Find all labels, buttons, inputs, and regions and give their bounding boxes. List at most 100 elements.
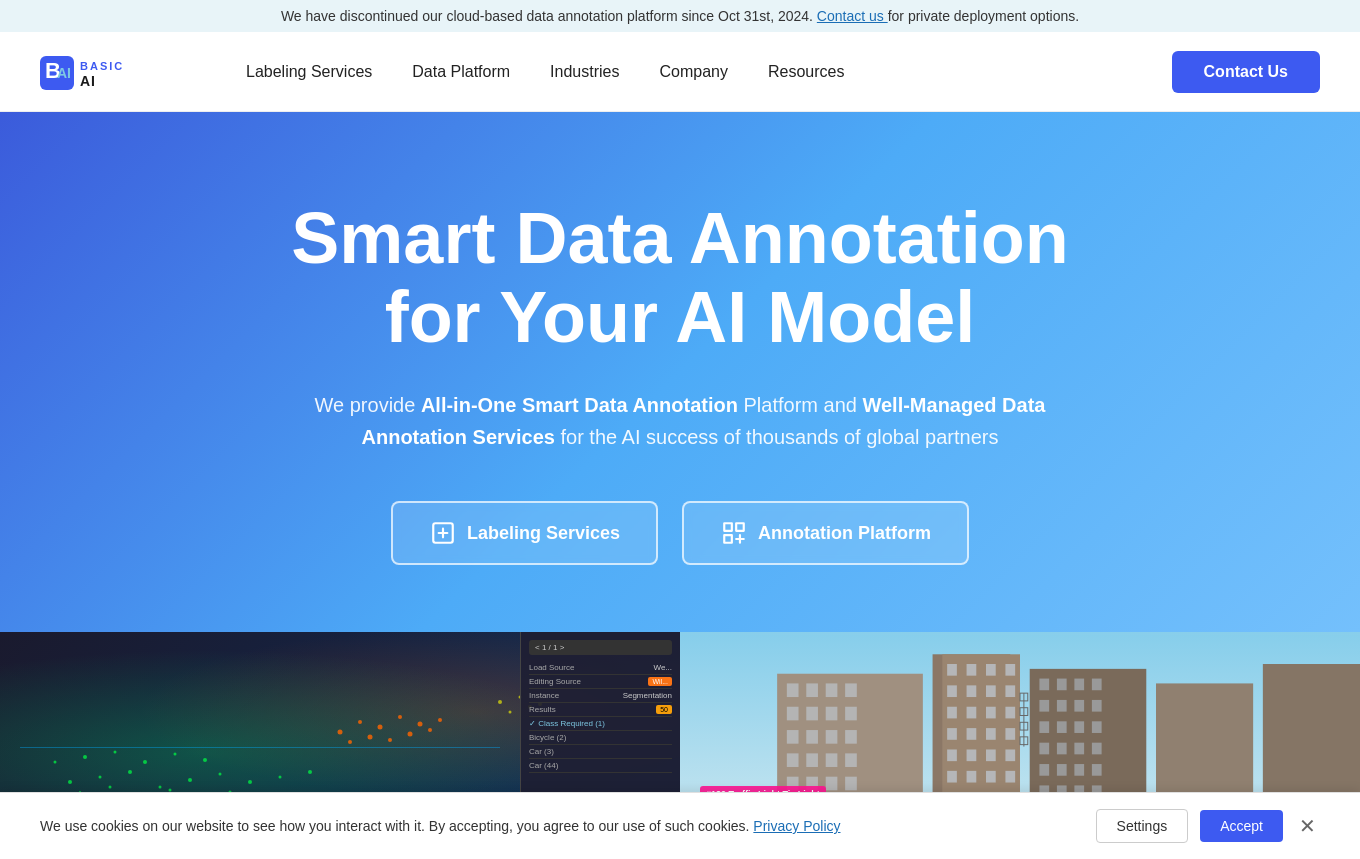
lidar-results-badge: 50	[656, 705, 672, 714]
svg-rect-98	[845, 777, 857, 791]
svg-point-27	[143, 760, 147, 764]
labeling-services-label: Labeling Services	[467, 523, 620, 544]
lidar-editing-badge: Wil...	[648, 677, 672, 686]
lidar-bicycle-row: Bicycle (2)	[529, 731, 672, 745]
svg-rect-50	[947, 664, 957, 676]
svg-point-34	[418, 722, 423, 727]
svg-text:AI: AI	[80, 73, 96, 89]
cookie-close-button[interactable]: ✕	[1295, 810, 1320, 832]
annotation-icon	[720, 519, 748, 547]
svg-rect-111	[1092, 721, 1102, 733]
cookie-actions: Settings Accept ✕	[1096, 809, 1320, 832]
svg-rect-112	[1039, 743, 1049, 755]
svg-rect-100	[1039, 679, 1049, 691]
hero-section: Smart Data Annotation for Your AI Model …	[0, 112, 1360, 632]
svg-point-12	[159, 786, 162, 789]
svg-rect-91	[787, 753, 799, 767]
contact-us-button[interactable]: Contact Us	[1172, 51, 1320, 93]
svg-point-25	[83, 755, 87, 759]
svg-point-41	[498, 700, 502, 704]
announcement-text-after: for private deployment options.	[888, 8, 1079, 24]
svg-point-28	[174, 753, 177, 756]
lidar-editing-row: Editing Source Wil...	[529, 675, 672, 689]
svg-rect-106	[1074, 700, 1084, 712]
logo[interactable]: B AI BASIC AI	[40, 52, 170, 92]
svg-rect-54	[947, 685, 957, 697]
announcement-text-before: We have discontinued our cloud-based dat…	[281, 8, 813, 24]
cookie-accept-button[interactable]: Accept	[1200, 810, 1283, 832]
cookie-text: We use cookies on our website to see how…	[40, 818, 1056, 832]
lidar-source-value: We...	[653, 663, 672, 672]
svg-rect-6	[724, 523, 732, 531]
lidar-car1-row: Car (3)	[529, 745, 672, 759]
svg-rect-113	[1057, 743, 1067, 755]
svg-point-40	[428, 728, 432, 732]
lidar-class-label: ✓ Class Required (1)	[529, 719, 605, 728]
svg-rect-56	[986, 685, 996, 697]
svg-rect-94	[845, 753, 857, 767]
svg-rect-102	[1074, 679, 1084, 691]
nav-item-company[interactable]: Company	[643, 55, 743, 89]
nav-item-labeling-services[interactable]: Labeling Services	[230, 55, 388, 89]
svg-rect-82	[845, 683, 857, 697]
svg-rect-87	[787, 730, 799, 744]
lidar-class-row: ✓ Class Required (1)	[529, 717, 672, 731]
svg-rect-79	[787, 683, 799, 697]
cookie-settings-button[interactable]: Settings	[1096, 809, 1189, 832]
labeling-services-button[interactable]: Labeling Services	[391, 501, 658, 565]
privacy-policy-link[interactable]: Privacy Policy	[753, 818, 840, 832]
svg-point-33	[398, 715, 402, 719]
svg-rect-117	[1057, 764, 1067, 776]
svg-rect-63	[967, 728, 977, 740]
announcement-contact-link[interactable]: Contact us	[817, 8, 888, 24]
lidar-seg-value: Segmentation	[623, 691, 672, 700]
svg-rect-89	[826, 730, 838, 744]
nav-item-resources[interactable]: Resources	[752, 55, 860, 89]
nav-item-industries[interactable]: Industries	[534, 55, 635, 89]
svg-point-29	[203, 758, 207, 762]
svg-point-16	[279, 776, 282, 779]
svg-point-24	[54, 761, 57, 764]
labeling-icon	[429, 519, 457, 547]
lidar-type-row: Instance Segmentation	[529, 689, 672, 703]
svg-rect-80	[806, 683, 818, 697]
svg-point-30	[338, 730, 343, 735]
lidar-editing-label: Editing Source	[529, 677, 581, 686]
svg-rect-103	[1092, 679, 1102, 691]
svg-rect-119	[1092, 764, 1102, 776]
lidar-nav: < 1 / 1 >	[529, 640, 672, 655]
svg-point-19	[109, 786, 112, 789]
svg-rect-68	[986, 749, 996, 761]
svg-rect-72	[986, 771, 996, 783]
svg-rect-58	[947, 707, 957, 719]
svg-rect-69	[1005, 749, 1015, 761]
annotation-platform-button[interactable]: Annotation Platform	[682, 501, 969, 565]
svg-rect-86	[845, 707, 857, 721]
svg-point-39	[408, 732, 413, 737]
svg-rect-85	[826, 707, 838, 721]
svg-rect-70	[947, 771, 957, 783]
svg-rect-73	[1005, 771, 1015, 783]
lidar-source-label: Load Source	[529, 663, 574, 672]
svg-rect-67	[967, 749, 977, 761]
nav-item-data-platform[interactable]: Data Platform	[396, 55, 526, 89]
svg-rect-93	[826, 753, 838, 767]
svg-rect-66	[947, 749, 957, 761]
svg-rect-108	[1039, 721, 1049, 733]
svg-rect-92	[806, 753, 818, 767]
hero-title-line2: for Your AI Model	[385, 277, 976, 357]
svg-rect-61	[1005, 707, 1015, 719]
svg-rect-116	[1039, 764, 1049, 776]
lidar-nav-text: < 1 / 1 >	[535, 643, 564, 652]
svg-rect-55	[967, 685, 977, 697]
svg-rect-59	[967, 707, 977, 719]
hero-subtitle-middle: Platform and	[738, 394, 863, 416]
svg-rect-81	[826, 683, 838, 697]
svg-rect-104	[1039, 700, 1049, 712]
svg-rect-71	[967, 771, 977, 783]
svg-point-36	[348, 740, 352, 744]
cookie-bar: We use cookies on our website to see how…	[0, 792, 1360, 832]
svg-rect-118	[1074, 764, 1084, 776]
svg-rect-97	[826, 777, 838, 791]
hero-title: Smart Data Annotation for Your AI Model	[291, 199, 1068, 357]
